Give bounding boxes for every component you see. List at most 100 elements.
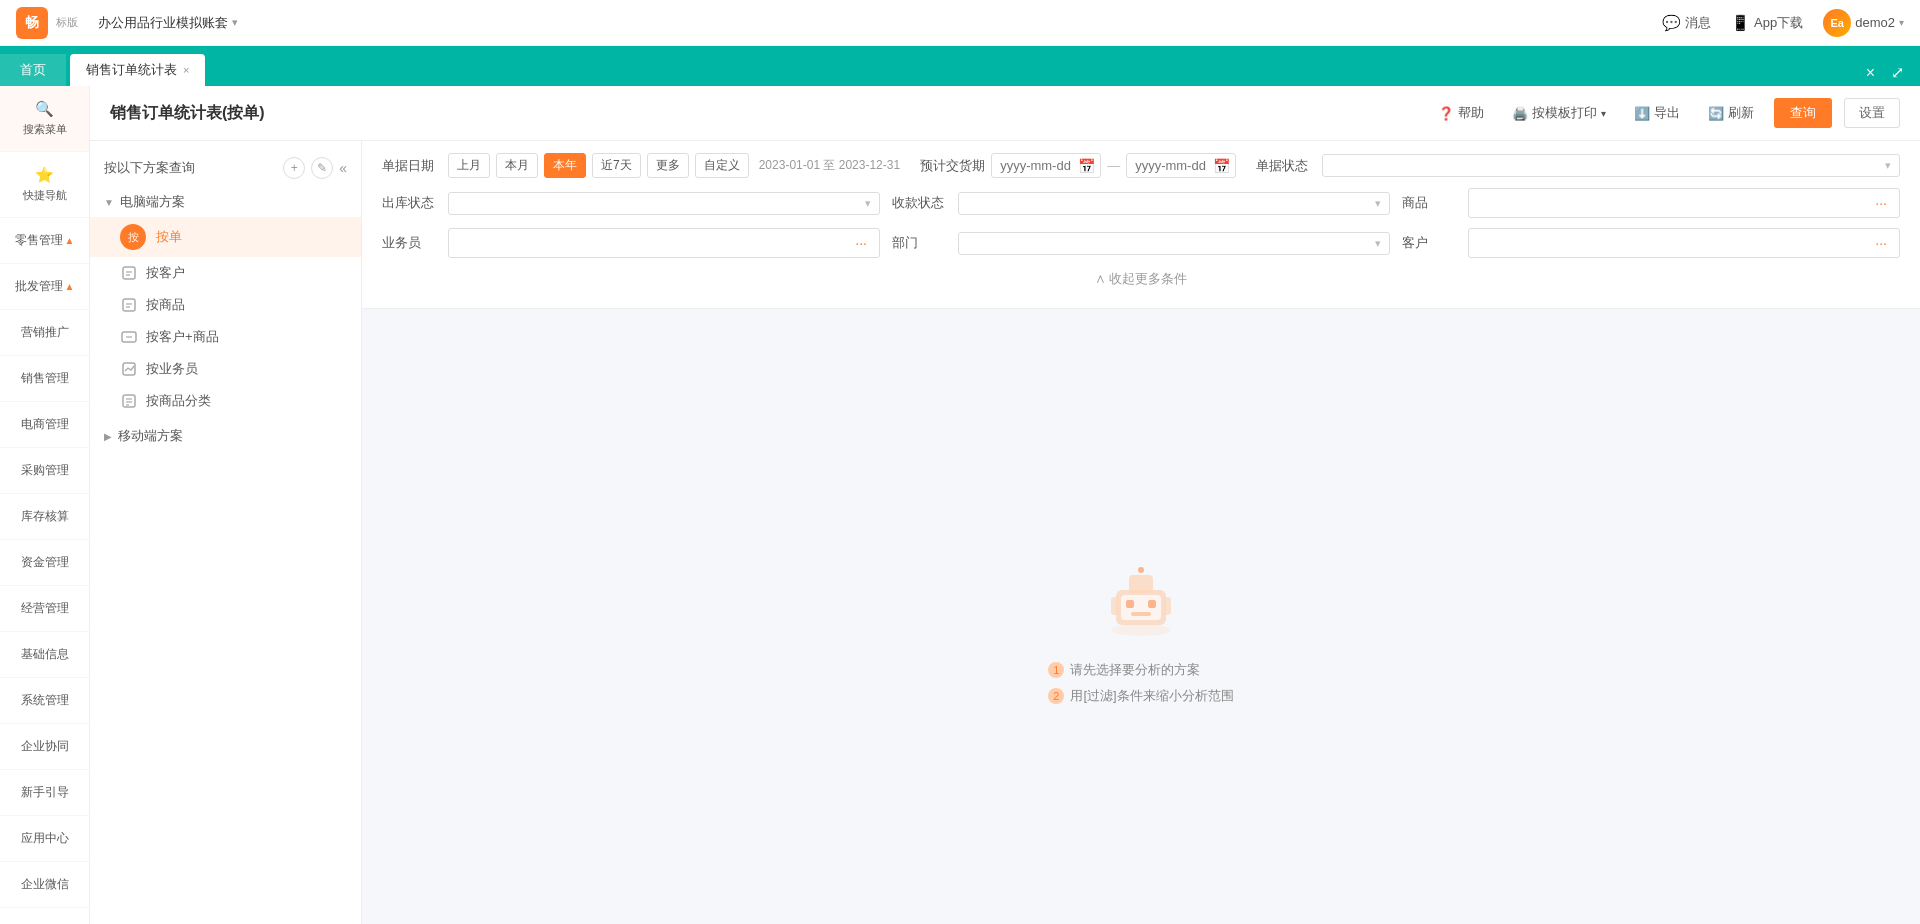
sidebar-item-basic[interactable]: 基础信息 bbox=[0, 632, 89, 678]
plan-item-by-product[interactable]: 按商品 bbox=[90, 289, 361, 321]
plan-panel-title: 按以下方案查询 bbox=[104, 159, 195, 177]
sales-label: 销售管理 bbox=[21, 370, 69, 387]
nav-maximize-btn[interactable]: ⤢ bbox=[1887, 59, 1908, 86]
tab-sales-order[interactable]: 销售订单统计表 × bbox=[70, 54, 205, 86]
retail-label: 零售管理 bbox=[15, 232, 63, 249]
sidebar-item-finance[interactable]: 资金管理 bbox=[0, 540, 89, 586]
date-custom-btn[interactable]: 自定义 bbox=[695, 153, 749, 178]
tab-close-btn[interactable]: × bbox=[183, 64, 189, 76]
system-label: 系统管理 bbox=[21, 692, 69, 709]
window-title: 办公用品行业模拟账套 bbox=[98, 14, 228, 32]
by-cp-icon bbox=[120, 328, 138, 346]
settings-btn[interactable]: 设置 bbox=[1844, 98, 1900, 128]
print-btn[interactable]: 🖨️ 按模板打印 ▾ bbox=[1504, 100, 1614, 126]
window-title-dropdown[interactable]: ▾ bbox=[232, 16, 238, 29]
expected-date-group: 预计交货期 📅 — 📅 bbox=[920, 153, 1236, 178]
receipt-select[interactable]: ▾ bbox=[958, 192, 1390, 215]
window-title-area[interactable]: 办公用品行业模拟账套 ▾ bbox=[98, 14, 238, 32]
expected-date-start[interactable] bbox=[991, 153, 1101, 178]
sidebar-item-purchase[interactable]: 采购管理 bbox=[0, 448, 89, 494]
nav-close-btn[interactable]: × bbox=[1862, 60, 1879, 86]
customer-label: 客户 bbox=[1402, 234, 1462, 252]
outbound-group: 出库状态 ▾ bbox=[382, 188, 880, 218]
query-btn[interactable]: 查询 bbox=[1774, 98, 1832, 128]
sidebar-item-appcenter[interactable]: 应用中心 bbox=[0, 816, 89, 862]
date-label: 单据日期 bbox=[382, 157, 442, 175]
sidebar-item-ecommerce[interactable]: 电商管理 bbox=[0, 402, 89, 448]
plan-edit-btn[interactable]: ✎ bbox=[311, 157, 333, 179]
filter-area: 单据日期 上月 本月 本年 近7天 更多 自定义 2023-01-01 至 20… bbox=[362, 141, 1920, 309]
plan-item-by-customer-product[interactable]: 按客户+商品 bbox=[90, 321, 361, 353]
sidebar-search[interactable]: 🔍 搜索菜单 bbox=[0, 86, 89, 152]
customer-field[interactable]: ··· bbox=[1468, 228, 1900, 258]
sidebar-item-system[interactable]: 系统管理 bbox=[0, 678, 89, 724]
goods-ellipsis[interactable]: ··· bbox=[1871, 193, 1891, 213]
receipt-label: 收款状态 bbox=[892, 194, 952, 212]
sidebar-item-enterprise[interactable]: 企业协同 bbox=[0, 724, 89, 770]
plan-section-mobile-header[interactable]: ▶ 移动端方案 bbox=[90, 421, 361, 451]
outbound-label: 出库状态 bbox=[382, 194, 442, 212]
salesperson-field[interactable]: ··· bbox=[448, 228, 880, 258]
plan-add-btn[interactable]: + bbox=[283, 157, 305, 179]
tip-1: 1 请先选择要分析的方案 bbox=[1048, 657, 1233, 683]
empty-tips: 1 请先选择要分析的方案 2 用[过滤]条件来缩小分析范围 bbox=[1048, 657, 1233, 709]
status-select[interactable]: ▾ bbox=[1322, 154, 1900, 177]
date-last7-btn[interactable]: 近7天 bbox=[592, 153, 641, 178]
sidebar-quick-nav[interactable]: ⭐ 快捷导航 bbox=[0, 152, 89, 218]
plan-section-pc-header[interactable]: ▼ 电脑端方案 bbox=[90, 187, 361, 217]
plan-item-by-salesperson[interactable]: 按业务员 bbox=[90, 353, 361, 385]
sidebar-item-wechat[interactable]: 企业微信 bbox=[0, 862, 89, 908]
wechat-label: 企业微信 bbox=[21, 876, 69, 893]
date-this-month-btn[interactable]: 本月 bbox=[496, 153, 538, 178]
salesperson-ellipsis[interactable]: ··· bbox=[851, 233, 871, 253]
goods-field[interactable]: ··· bbox=[1468, 188, 1900, 218]
plan-item-by-category[interactable]: 按商品分类 bbox=[90, 385, 361, 417]
department-select[interactable]: ▾ bbox=[958, 232, 1390, 255]
sidebar-item-member[interactable]: 畅会员 bbox=[0, 908, 89, 924]
outbound-select[interactable]: ▾ bbox=[448, 192, 880, 215]
message-icon: 💬 bbox=[1662, 14, 1681, 32]
date-this-year-btn[interactable]: 本年 bbox=[544, 153, 586, 178]
plan-item-by-order[interactable]: 按 按单 bbox=[90, 217, 361, 257]
export-btn[interactable]: ⬇️ 导出 bbox=[1626, 100, 1688, 126]
expected-date-label: 预计交货期 bbox=[920, 157, 985, 175]
message-btn[interactable]: 💬 消息 bbox=[1662, 14, 1711, 32]
refresh-btn[interactable]: 🔄 刷新 bbox=[1700, 100, 1762, 126]
sidebar-item-retail[interactable]: 零售管理 ▲ bbox=[0, 218, 89, 264]
date-more-btn[interactable]: 更多 bbox=[647, 153, 689, 178]
svg-rect-16 bbox=[1126, 600, 1134, 608]
empty-state: 1 请先选择要分析的方案 2 用[过滤]条件来缩小分析范围 bbox=[1048, 545, 1233, 709]
sidebar-item-sales[interactable]: 销售管理 bbox=[0, 356, 89, 402]
plan-collapse-btn[interactable]: « bbox=[339, 160, 347, 176]
expected-date-end[interactable] bbox=[1126, 153, 1236, 178]
sidebar-item-marketing[interactable]: 营销推广 bbox=[0, 310, 89, 356]
help-btn[interactable]: ❓ 帮助 bbox=[1430, 100, 1492, 126]
date-last-month-btn[interactable]: 上月 bbox=[448, 153, 490, 178]
sidebar-item-business[interactable]: 经营管理 bbox=[0, 586, 89, 632]
retail-arrow: ▲ bbox=[65, 235, 75, 246]
customer-group: 客户 ··· bbox=[1402, 228, 1900, 258]
ecommerce-label: 电商管理 bbox=[21, 416, 69, 433]
salesperson-label: 业务员 bbox=[382, 234, 442, 252]
user-menu[interactable]: Ea demo2 ▾ bbox=[1823, 9, 1904, 37]
by-product-label: 按商品 bbox=[146, 296, 185, 314]
nav-tabs: 首页 销售订单统计表 × × ⤢ bbox=[0, 46, 1920, 86]
sidebar-item-wholesale[interactable]: 批发管理 ▲ bbox=[0, 264, 89, 310]
svg-rect-3 bbox=[123, 299, 135, 311]
customer-ellipsis[interactable]: ··· bbox=[1871, 233, 1891, 253]
app-logo: 畅 bbox=[16, 7, 48, 39]
salesperson-group: 业务员 ··· bbox=[382, 228, 880, 258]
expected-date-start-wrap: 📅 bbox=[991, 153, 1101, 178]
by-sp-label: 按业务员 bbox=[146, 360, 198, 378]
app-download-btn[interactable]: 📱 App下载 bbox=[1731, 14, 1803, 32]
collapse-bar[interactable]: ∧ 收起更多条件 bbox=[382, 262, 1900, 296]
plan-item-by-customer[interactable]: 按客户 bbox=[90, 257, 361, 289]
right-panel: 单据日期 上月 本月 本年 近7天 更多 自定义 2023-01-01 至 20… bbox=[362, 141, 1920, 924]
tab-home[interactable]: 首页 bbox=[0, 54, 66, 86]
date-range-display: 2023-01-01 至 2023-12-31 bbox=[759, 157, 900, 174]
by-cat-label: 按商品分类 bbox=[146, 392, 211, 410]
expected-date-end-wrap: 📅 bbox=[1126, 153, 1236, 178]
sidebar-item-newbie[interactable]: 新手引导 bbox=[0, 770, 89, 816]
content-area: 销售订单统计表(按单) ❓ 帮助 🖨️ 按模板打印 ▾ ⬇️ 导出 🔄 刷新 bbox=[90, 86, 1920, 924]
sidebar-item-inventory[interactable]: 库存核算 bbox=[0, 494, 89, 540]
